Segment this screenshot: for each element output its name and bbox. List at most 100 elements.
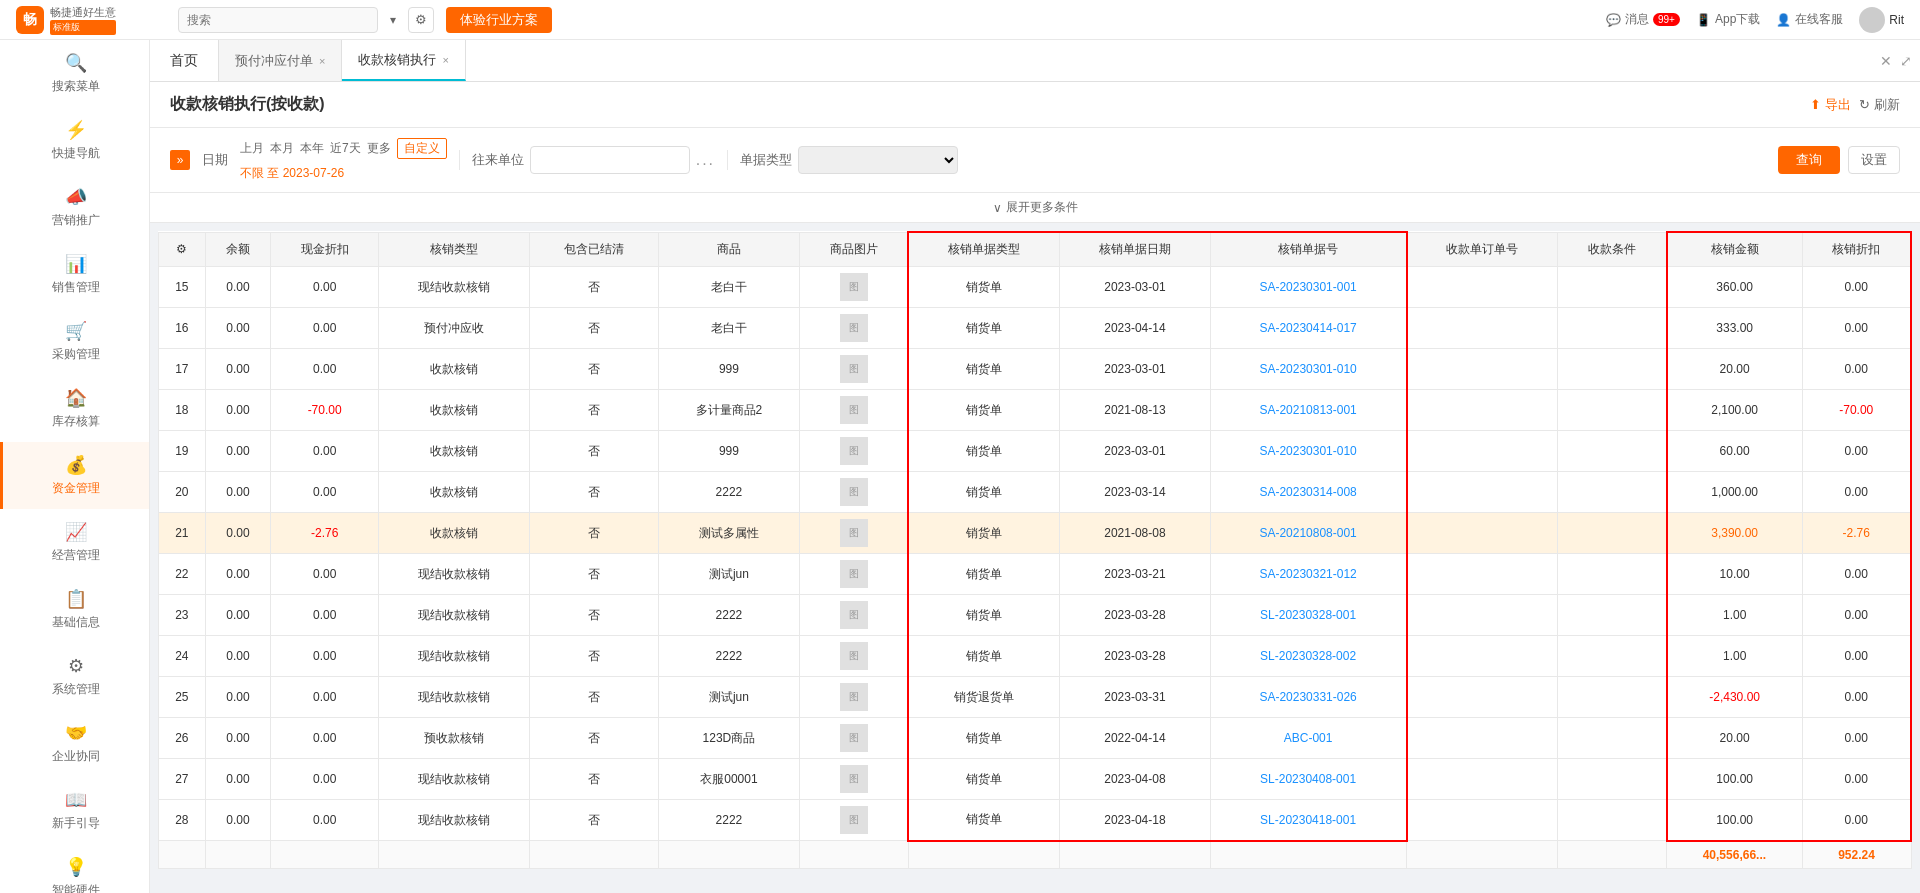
filter-setting-button[interactable]: 设置: [1848, 146, 1900, 174]
receipt-type-select[interactable]: [798, 146, 958, 174]
table-cell-3-9[interactable]: SA-20210813-001: [1210, 390, 1406, 431]
online-service-button[interactable]: 👤 在线客服: [1776, 11, 1843, 28]
expand-more-button[interactable]: ∨ 展开更多条件: [993, 199, 1078, 216]
bill-no-link[interactable]: SA-20230321-012: [1259, 567, 1356, 581]
table-cell-7-13: 0.00: [1802, 554, 1911, 595]
bill-no-link[interactable]: SA-20230301-010: [1259, 362, 1356, 376]
tab-home[interactable]: 首页: [150, 40, 219, 81]
query-button[interactable]: 查询: [1778, 146, 1840, 174]
filter-collapse-button[interactable]: »: [170, 150, 190, 170]
col-header-0: ⚙: [159, 232, 206, 267]
footer-cell-8: [1060, 841, 1210, 869]
table-cell-5-10: [1407, 472, 1558, 513]
from-unit-dots[interactable]: ...: [696, 151, 715, 169]
tab-prepay-label: 预付冲应付单: [235, 52, 313, 70]
table-cell-11-9[interactable]: ABC-001: [1210, 718, 1406, 759]
bill-no-link[interactable]: SA-20210808-001: [1259, 526, 1356, 540]
messages-button[interactable]: 💬 消息 99+: [1606, 11, 1680, 28]
table-cell-6-9[interactable]: SA-20210808-001: [1210, 513, 1406, 554]
close-tab-button[interactable]: ✕: [1880, 53, 1892, 69]
sidebar-item-资金管理[interactable]: 💰资金管理: [0, 442, 149, 509]
sidebar-item-搜索菜单[interactable]: 🔍搜索菜单: [0, 40, 149, 107]
table-cell-5-6: 图: [799, 472, 908, 513]
table-cell-2-1: 0.00: [205, 349, 271, 390]
bill-no-link[interactable]: SA-20210813-001: [1259, 403, 1356, 417]
table-footer-row: 40,556,66...952.24: [159, 841, 1912, 869]
trial-button[interactable]: 体验行业方案: [446, 7, 552, 33]
table-cell-0-12: 360.00: [1667, 267, 1802, 308]
table-cell-12-3: 现结收款核销: [379, 759, 529, 800]
sidebar-item-基础信息[interactable]: 📋基础信息: [0, 576, 149, 643]
sidebar-item-系统管理[interactable]: ⚙系统管理: [0, 643, 149, 710]
sidebar-item-库存核算[interactable]: 🏠库存核算: [0, 375, 149, 442]
sidebar-item-营销推广[interactable]: 📣营销推广: [0, 174, 149, 241]
table-cell-8-9[interactable]: SL-20230328-001: [1210, 595, 1406, 636]
table-row: 180.00-70.00收款核销否多计量商品2图销货单2021-08-13SA-…: [159, 390, 1912, 431]
sidebar-label: 库存核算: [52, 413, 100, 430]
tab-collection[interactable]: 收款核销执行 ×: [342, 40, 465, 81]
footer-cell-9: [1210, 841, 1406, 869]
sidebar-item-快捷导航[interactable]: ⚡快捷导航: [0, 107, 149, 174]
export-button[interactable]: ⬆ 导出: [1810, 96, 1851, 114]
bill-no-link[interactable]: ABC-001: [1284, 731, 1333, 745]
table-cell-5-8: 2023-03-14: [1060, 472, 1210, 513]
settings-icon[interactable]: ⚙: [408, 7, 434, 33]
user-menu[interactable]: Rit: [1859, 7, 1904, 33]
app-download-button[interactable]: 📱 App下载: [1696, 11, 1760, 28]
sidebar-item-智能硬件[interactable]: 💡智能硬件: [0, 844, 149, 893]
tab-prepay-close[interactable]: ×: [319, 55, 325, 67]
search-input[interactable]: [178, 7, 378, 33]
bill-no-link[interactable]: SL-20230408-001: [1260, 772, 1356, 786]
table-cell-1-9[interactable]: SA-20230414-017: [1210, 308, 1406, 349]
table-cell-5-9[interactable]: SA-20230314-008: [1210, 472, 1406, 513]
bill-no-link[interactable]: SA-20230301-010: [1259, 444, 1356, 458]
table-cell-9-9[interactable]: SL-20230328-002: [1210, 636, 1406, 677]
sidebar-item-企业协同[interactable]: 🤝企业协同: [0, 710, 149, 777]
table-cell-10-9[interactable]: SA-20230331-026: [1210, 677, 1406, 718]
table-cell-4-8: 2023-03-01: [1060, 431, 1210, 472]
table-cell-12-9[interactable]: SL-20230408-001: [1210, 759, 1406, 800]
restore-tab-button[interactable]: ⤢: [1900, 53, 1912, 69]
this-year-link[interactable]: 本年: [300, 140, 324, 157]
sidebar-item-新手引导[interactable]: 📖新手引导: [0, 777, 149, 844]
last-month-link[interactable]: 上月: [240, 140, 264, 157]
table-cell-12-13: 0.00: [1802, 759, 1911, 800]
table-cell-4-11: [1558, 431, 1667, 472]
table-cell-7-1: 0.00: [205, 554, 271, 595]
sidebar-item-采购管理[interactable]: 🛒采购管理: [0, 308, 149, 375]
footer-cell-13: 952.24: [1802, 841, 1911, 869]
bill-no-link[interactable]: SA-20230331-026: [1259, 690, 1356, 704]
from-unit-input[interactable]: [530, 146, 690, 174]
bill-no-link[interactable]: SA-20230414-017: [1259, 321, 1356, 335]
tab-collection-close[interactable]: ×: [442, 54, 448, 66]
refresh-button[interactable]: ↻ 刷新: [1859, 96, 1900, 114]
bill-no-link[interactable]: SL-20230328-001: [1260, 608, 1356, 622]
bill-no-link[interactable]: SA-20230314-008: [1259, 485, 1356, 499]
more-dates-link[interactable]: 更多: [367, 140, 391, 157]
table-cell-2-9[interactable]: SA-20230301-010: [1210, 349, 1406, 390]
this-month-link[interactable]: 本月: [270, 140, 294, 157]
table-cell-11-12: 20.00: [1667, 718, 1802, 759]
bill-no-link[interactable]: SA-20230301-001: [1259, 280, 1356, 294]
table-cell-4-10: [1407, 431, 1558, 472]
table-cell-11-7: 销货单: [908, 718, 1059, 759]
sidebar-icon: 🤝: [65, 722, 87, 744]
sidebar-item-经营管理[interactable]: 📈经营管理: [0, 509, 149, 576]
table-cell-4-9[interactable]: SA-20230301-010: [1210, 431, 1406, 472]
table-cell-12-5: 衣服00001: [658, 759, 799, 800]
table-cell-8-2: 0.00: [271, 595, 379, 636]
table-cell-7-9[interactable]: SA-20230321-012: [1210, 554, 1406, 595]
discount-value: -2.76: [1843, 526, 1870, 540]
table-cell-13-9[interactable]: SL-20230418-001: [1210, 800, 1406, 841]
dropdown-button[interactable]: ▾: [390, 13, 396, 27]
bill-no-link[interactable]: SL-20230328-002: [1260, 649, 1356, 663]
tab-prepay[interactable]: 预付冲应付单 ×: [219, 40, 342, 81]
custom-date-link[interactable]: 自定义: [397, 138, 447, 159]
table-cell-0-9[interactable]: SA-20230301-001: [1210, 267, 1406, 308]
table-cell-11-0: 26: [159, 718, 206, 759]
sidebar-item-销售管理[interactable]: 📊销售管理: [0, 241, 149, 308]
bill-no-link[interactable]: SL-20230418-001: [1260, 813, 1356, 827]
table-cell-9-2: 0.00: [271, 636, 379, 677]
last-7-days-link[interactable]: 近7天: [330, 140, 361, 157]
table-cell-8-4: 否: [529, 595, 658, 636]
